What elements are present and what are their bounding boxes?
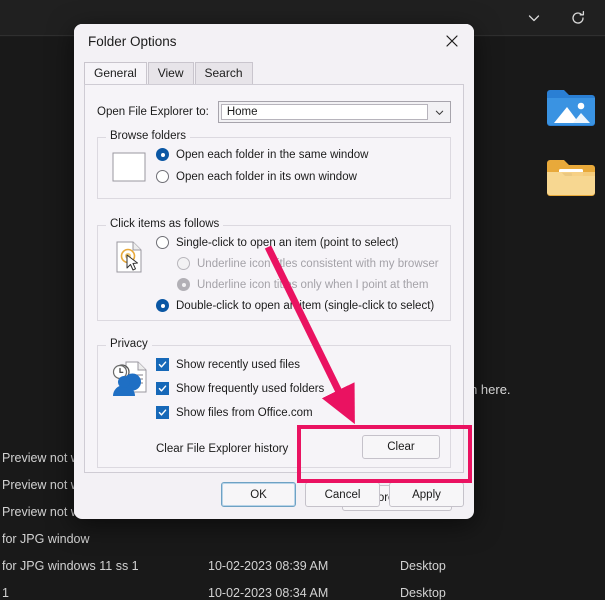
tab-search[interactable]: Search: [195, 62, 253, 84]
radio-open-same-window[interactable]: Open each folder in the same window: [156, 148, 368, 161]
file-name: for JPG window: [2, 526, 90, 553]
table-row[interactable]: 1 10-02-2023 08:34 AM Desktop: [0, 580, 605, 600]
page-title: Folder Options: [88, 34, 177, 49]
tab-panel-general: Open File Explorer to: Home Browse folde…: [84, 84, 464, 473]
explorer-toolbar-right: [521, 5, 591, 31]
option-label: Double-click to open an item (single-cli…: [176, 300, 434, 312]
checkbox-indicator: [156, 382, 169, 395]
radio-indicator: [156, 148, 169, 161]
privacy-group: Privacy: [97, 345, 451, 468]
dialog-titlebar: Folder Options: [74, 24, 474, 62]
media-folder-icon[interactable]: [545, 155, 597, 199]
option-label: Show frequently used folders: [176, 383, 324, 395]
table-row[interactable]: for JPG window: [0, 526, 605, 553]
window-preview-icon: [112, 152, 146, 187]
option-label: Underline icon titles only when I point …: [197, 279, 428, 291]
radio-underline-browser: Underline icon titles consistent with my…: [177, 257, 439, 270]
option-label: Open each folder in the same window: [176, 149, 368, 161]
open-explorer-value: Home: [227, 106, 258, 118]
file-name: Preview not w: [2, 499, 80, 526]
refresh-icon[interactable]: [565, 5, 591, 31]
folder-options-dialog: Folder Options General View Search Open …: [74, 24, 474, 519]
checkbox-office-files[interactable]: Show files from Office.com: [156, 406, 324, 419]
table-row[interactable]: for JPG windows 11 ss 1 10-02-2023 08:39…: [0, 553, 605, 580]
dialog-footer: OK Cancel Apply: [84, 482, 464, 507]
open-explorer-label: Open File Explorer to:: [97, 106, 209, 118]
file-name: 1: [2, 580, 9, 600]
apply-button[interactable]: Apply: [389, 482, 464, 507]
checkbox-indicator: [156, 358, 169, 371]
file-location: Desktop: [400, 553, 446, 580]
click-items-title: Click items as follows: [106, 218, 223, 230]
privacy-title: Privacy: [106, 338, 152, 350]
browse-folders-title: Browse folders: [106, 130, 190, 142]
file-name: Preview not w: [2, 472, 80, 499]
file-date: 10-02-2023 08:34 AM: [208, 580, 328, 600]
cancel-button[interactable]: Cancel: [305, 482, 380, 507]
radio-double-click[interactable]: Double-click to open an item (single-cli…: [156, 299, 439, 312]
file-location: Desktop: [400, 580, 446, 600]
checkbox-frequent-folders[interactable]: Show frequently used folders: [156, 382, 324, 395]
radio-indicator: [156, 170, 169, 183]
radio-indicator: [177, 257, 190, 270]
radio-open-own-window[interactable]: Open each folder in its own window: [156, 170, 368, 183]
radio-indicator: [156, 236, 169, 249]
privacy-history-icon: [110, 360, 150, 403]
file-name: Preview not w: [2, 445, 80, 472]
file-date: 10-02-2023 08:39 AM: [208, 553, 328, 580]
tab-general[interactable]: General: [84, 62, 147, 84]
option-label: Underline icon titles consistent with my…: [197, 258, 439, 270]
folder-icon-column: [545, 85, 597, 199]
radio-indicator: [177, 278, 190, 291]
browse-folders-group: Browse folders Open each folder in the s…: [97, 137, 451, 199]
chevron-down-icon[interactable]: [521, 5, 547, 31]
clear-button[interactable]: Clear: [362, 435, 440, 459]
option-label: Show recently used files: [176, 359, 300, 371]
pictures-folder-icon[interactable]: [545, 85, 597, 129]
option-label: Show files from Office.com: [176, 407, 313, 419]
open-explorer-combobox[interactable]: Home: [218, 101, 451, 123]
tab-strip: General View Search: [84, 62, 464, 84]
tab-view[interactable]: View: [148, 62, 194, 84]
click-items-group: Click items as follows Single-click to o…: [97, 225, 451, 321]
radio-single-click[interactable]: Single-click to open an item (point to s…: [156, 236, 439, 249]
file-name: for JPG windows 11 ss 1: [2, 553, 139, 580]
close-icon[interactable]: [430, 24, 474, 58]
radio-underline-hover: Underline icon titles only when I point …: [177, 278, 439, 291]
clear-history-label: Clear File Explorer history: [156, 443, 288, 455]
chevron-down-icon[interactable]: [428, 102, 450, 122]
checkbox-recent-files[interactable]: Show recently used files: [156, 358, 324, 371]
option-label: Open each folder in its own window: [176, 171, 357, 183]
ok-button[interactable]: OK: [221, 482, 296, 507]
checkbox-indicator: [156, 406, 169, 419]
option-label: Single-click to open an item (point to s…: [176, 237, 398, 249]
radio-indicator: [156, 299, 169, 312]
open-explorer-row: Open File Explorer to: Home: [97, 101, 451, 123]
document-cursor-icon: [114, 240, 146, 279]
